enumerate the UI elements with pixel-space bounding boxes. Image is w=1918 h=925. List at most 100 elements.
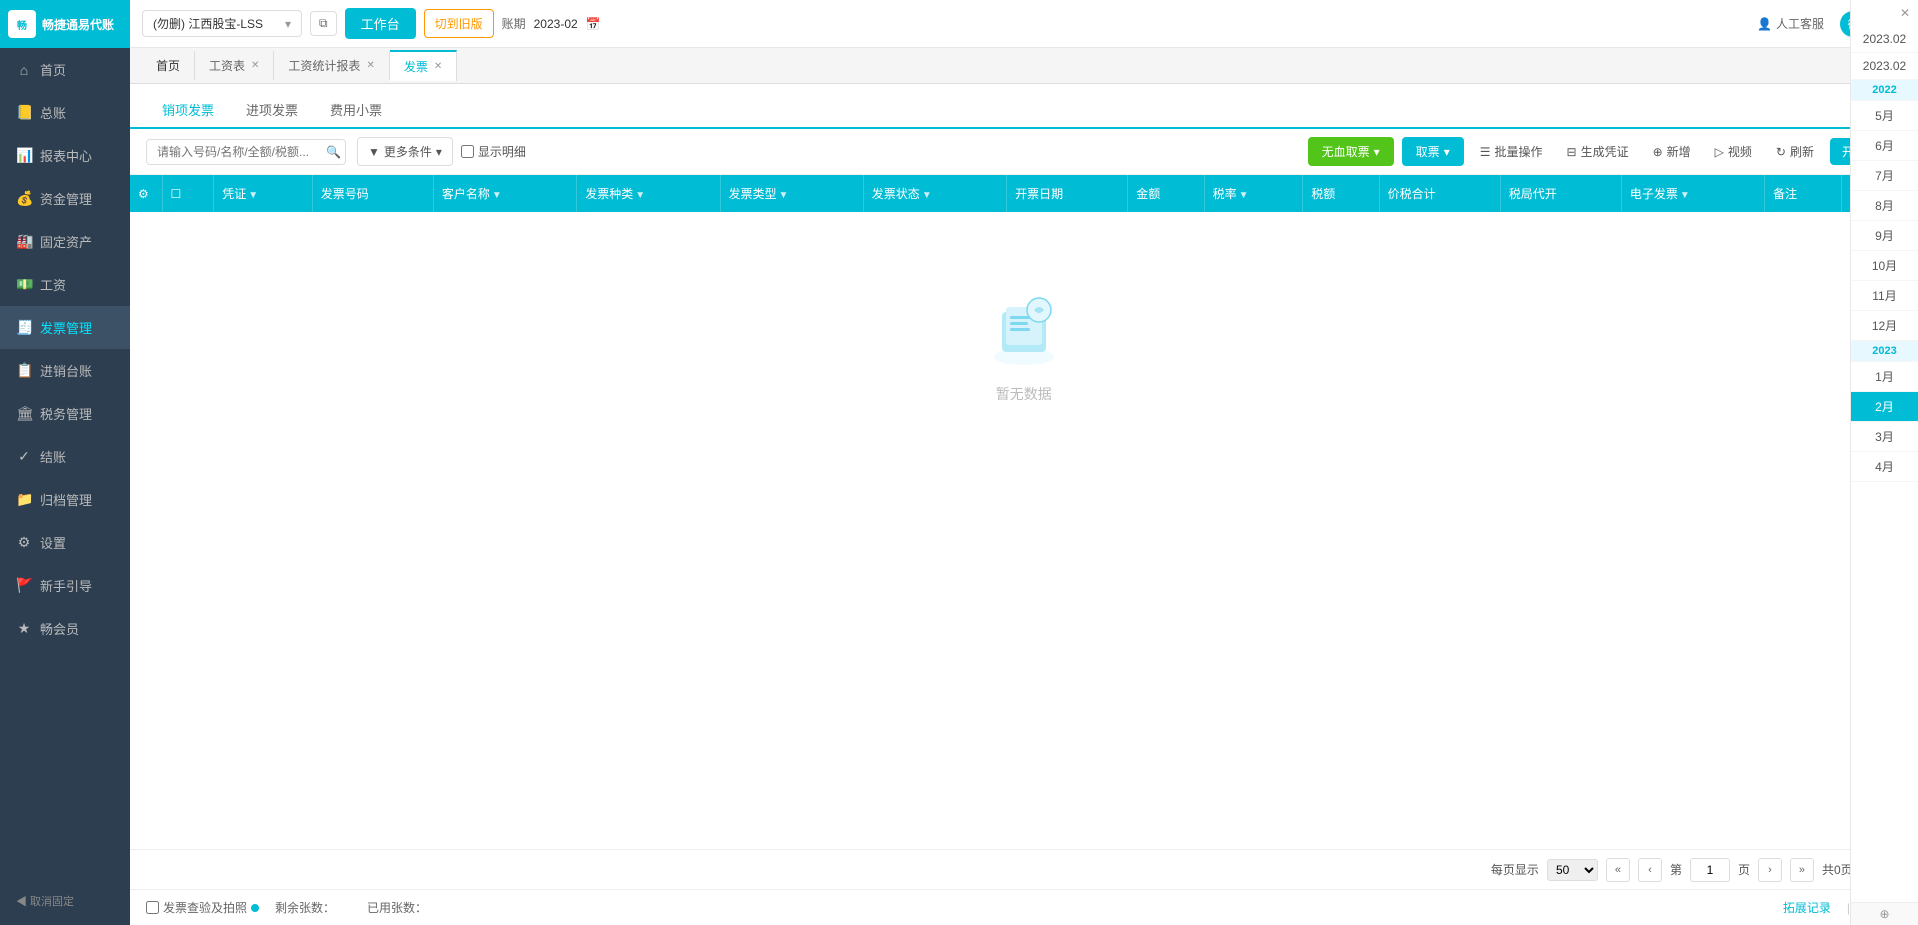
filter-icon[interactable]: ▼ — [492, 190, 502, 201]
tab-工资表[interactable]: 工资表 ✕ — [195, 51, 274, 80]
col-total: 价税合计 — [1379, 175, 1500, 212]
col-date: 开票日期 — [1007, 175, 1128, 212]
sidebar-item-归档管理[interactable]: 📁归档管理 — [0, 478, 130, 521]
date-item-11月[interactable]: 11月 — [1851, 281, 1918, 311]
col-e_invoice: 电子发票▼ — [1621, 175, 1764, 212]
sidebar-label: 税务管理 — [40, 404, 92, 423]
switch-version-button[interactable]: 切到旧版 — [424, 9, 494, 38]
subtab-进项发票[interactable]: 进项发票 — [230, 92, 314, 129]
list-icon: ☰ — [1480, 145, 1491, 159]
date-item-10月[interactable]: 10月 — [1851, 251, 1918, 281]
sidebar-label: 工资 — [40, 275, 66, 294]
date-item-2023.02[interactable]: 2023.02 — [1851, 53, 1918, 80]
sidebar-item-设置[interactable]: ⚙设置 — [0, 521, 130, 564]
filter-icon[interactable]: ▼ — [779, 190, 789, 201]
tab-首页[interactable]: 首页 — [142, 51, 195, 80]
used-label: 已用张数： — [367, 899, 427, 916]
tabbar: 首页工资表✕工资统计报表✕发票✕ ✕ ⤢ — [130, 48, 1918, 84]
tab-close-icon[interactable]: ✕ — [434, 61, 442, 72]
workspace-button[interactable]: 工作台 — [345, 8, 416, 39]
filter-icon[interactable]: ▼ — [635, 190, 645, 201]
sidebar-item-税务管理[interactable]: 🏛税务管理 — [0, 392, 130, 435]
date-item-4月[interactable]: 4月 — [1851, 452, 1918, 482]
period-value: 2023-02 — [534, 17, 578, 31]
sidebar-item-发票管理[interactable]: 🧾发票管理 — [0, 306, 130, 349]
date-item-5月[interactable]: 5月 — [1851, 101, 1918, 131]
tab-label: 工资表 — [209, 57, 245, 74]
service-icon: 👤 — [1757, 17, 1772, 31]
generate-voucher-button[interactable]: ⊟ 生成凭证 — [1559, 139, 1637, 164]
search-area: 🔍 — [146, 139, 349, 165]
date-item-7月[interactable]: 7月 — [1851, 161, 1918, 191]
add-record-link[interactable]: 拓展记录 — [1783, 899, 1831, 916]
date-item-9月[interactable]: 9月 — [1851, 221, 1918, 251]
add-icon: ⊕ — [1653, 145, 1663, 159]
tab-发票[interactable]: 发票✕ — [390, 50, 457, 81]
show-detail-checkbox[interactable]: 显示明细 — [461, 143, 526, 160]
date-item-8月[interactable]: 8月 — [1851, 191, 1918, 221]
sidebar-item-畅会员[interactable]: ★畅会员 — [0, 607, 130, 650]
sidebar-item-固定资产[interactable]: 🏭固定资产 — [0, 220, 130, 263]
date-item-3月[interactable]: 3月 — [1851, 422, 1918, 452]
sidebar-toggle[interactable]: ◀ 取消固定 — [10, 887, 120, 915]
date-panel-close-button[interactable]: ✕ — [1896, 4, 1914, 22]
sidebar-item-新手引导[interactable]: 🚩新手引导 — [0, 564, 130, 607]
sidebar-item-资金管理[interactable]: 💰资金管理 — [0, 177, 130, 220]
date-item-2023.02[interactable]: 2023.02 — [1851, 26, 1918, 53]
bulk-ops-button[interactable]: ☰ 批量操作 — [1472, 139, 1551, 164]
sidebar: 畅 畅捷通易代账 ⌂首页📒总账📊报表中心💰资金管理🏭固定资产💵工资🧾发票管理📋进… — [0, 0, 130, 925]
tab-close-icon[interactable]: ✕ — [366, 60, 374, 71]
new-button[interactable]: ⊕ 新增 — [1645, 139, 1699, 164]
last-page-button[interactable]: » — [1790, 858, 1814, 882]
filter-icon[interactable]: ▼ — [922, 190, 932, 201]
date-panel-expand-button[interactable]: ⊕ — [1851, 902, 1918, 925]
first-page-button[interactable]: « — [1606, 858, 1630, 882]
more-filter-button[interactable]: ▼ 更多条件 ▾ — [357, 137, 453, 166]
page-size-select[interactable]: 501020100 — [1547, 859, 1598, 881]
logo-icon: 畅 — [8, 10, 36, 38]
sidebar-item-报表中心[interactable]: 📊报表中心 — [0, 134, 130, 177]
sidebar-item-进销台账[interactable]: 📋进销台账 — [0, 349, 130, 392]
subtab-销项发票[interactable]: 销项发票 — [146, 92, 230, 129]
sidebar-label: 新手引导 — [40, 576, 92, 595]
check-label[interactable]: 发票查验及拍照 — [146, 899, 259, 916]
video-button[interactable]: ▷ 视频 — [1707, 139, 1760, 164]
sidebar-item-总账[interactable]: 📒总账 — [0, 91, 130, 134]
col-voucher: 凭证▼ — [214, 175, 313, 212]
copy-button[interactable]: ⧉ — [310, 11, 337, 36]
refresh-button[interactable]: ↻ 刷新 — [1768, 139, 1822, 164]
check-checkbox[interactable] — [146, 901, 159, 914]
prev-page-button[interactable]: ‹ — [1638, 858, 1662, 882]
calendar-icon[interactable]: 📅 — [586, 17, 601, 31]
tab-工资统计报表[interactable]: 工资统计报表✕ — [274, 51, 389, 80]
next-page-button[interactable]: › — [1758, 858, 1782, 882]
sidebar-icon: 📁 — [16, 491, 32, 508]
date-item-2月[interactable]: 2月 — [1851, 392, 1918, 422]
filter-icon[interactable]: ▼ — [248, 190, 258, 201]
sidebar-item-首页[interactable]: ⌂首页 — [0, 48, 130, 91]
page-label: 第 — [1670, 861, 1682, 878]
sidebar-item-结账[interactable]: ✓结账 — [0, 435, 130, 478]
col-tax: 税额 — [1303, 175, 1379, 212]
check-dot — [251, 904, 259, 912]
no-pick-button[interactable]: 无血取票 ▾ — [1308, 137, 1394, 166]
search-icon[interactable]: 🔍 — [326, 145, 341, 159]
customer-service-button[interactable]: 👤 人工客服 — [1757, 15, 1824, 32]
col-invoice_type: 发票种类▼ — [577, 175, 720, 212]
sidebar-icon: ✓ — [16, 448, 32, 465]
page-size-label: 每页显示 — [1491, 861, 1539, 878]
filter-icon[interactable]: ▼ — [1680, 190, 1690, 201]
sidebar-label: 报表中心 — [40, 146, 92, 165]
subtab-bar: 销项发票进项发票费用小票 ⊞ — [130, 84, 1918, 129]
date-item-1月[interactable]: 1月 — [1851, 362, 1918, 392]
filter-icon[interactable]: ▼ — [1239, 190, 1249, 201]
sidebar-item-工资[interactable]: 💵工资 — [0, 263, 130, 306]
search-input[interactable] — [146, 139, 346, 165]
subtab-费用小票[interactable]: 费用小票 — [314, 92, 398, 129]
page-input[interactable] — [1690, 858, 1730, 882]
date-item-12月[interactable]: 12月 — [1851, 311, 1918, 341]
date-item-6月[interactable]: 6月 — [1851, 131, 1918, 161]
company-selector[interactable]: (勿删) 江西股宝-LSS ▾ — [142, 10, 302, 37]
tab-close-icon[interactable]: ✕ — [251, 60, 259, 71]
pick-button[interactable]: 取票 ▾ — [1402, 137, 1464, 166]
